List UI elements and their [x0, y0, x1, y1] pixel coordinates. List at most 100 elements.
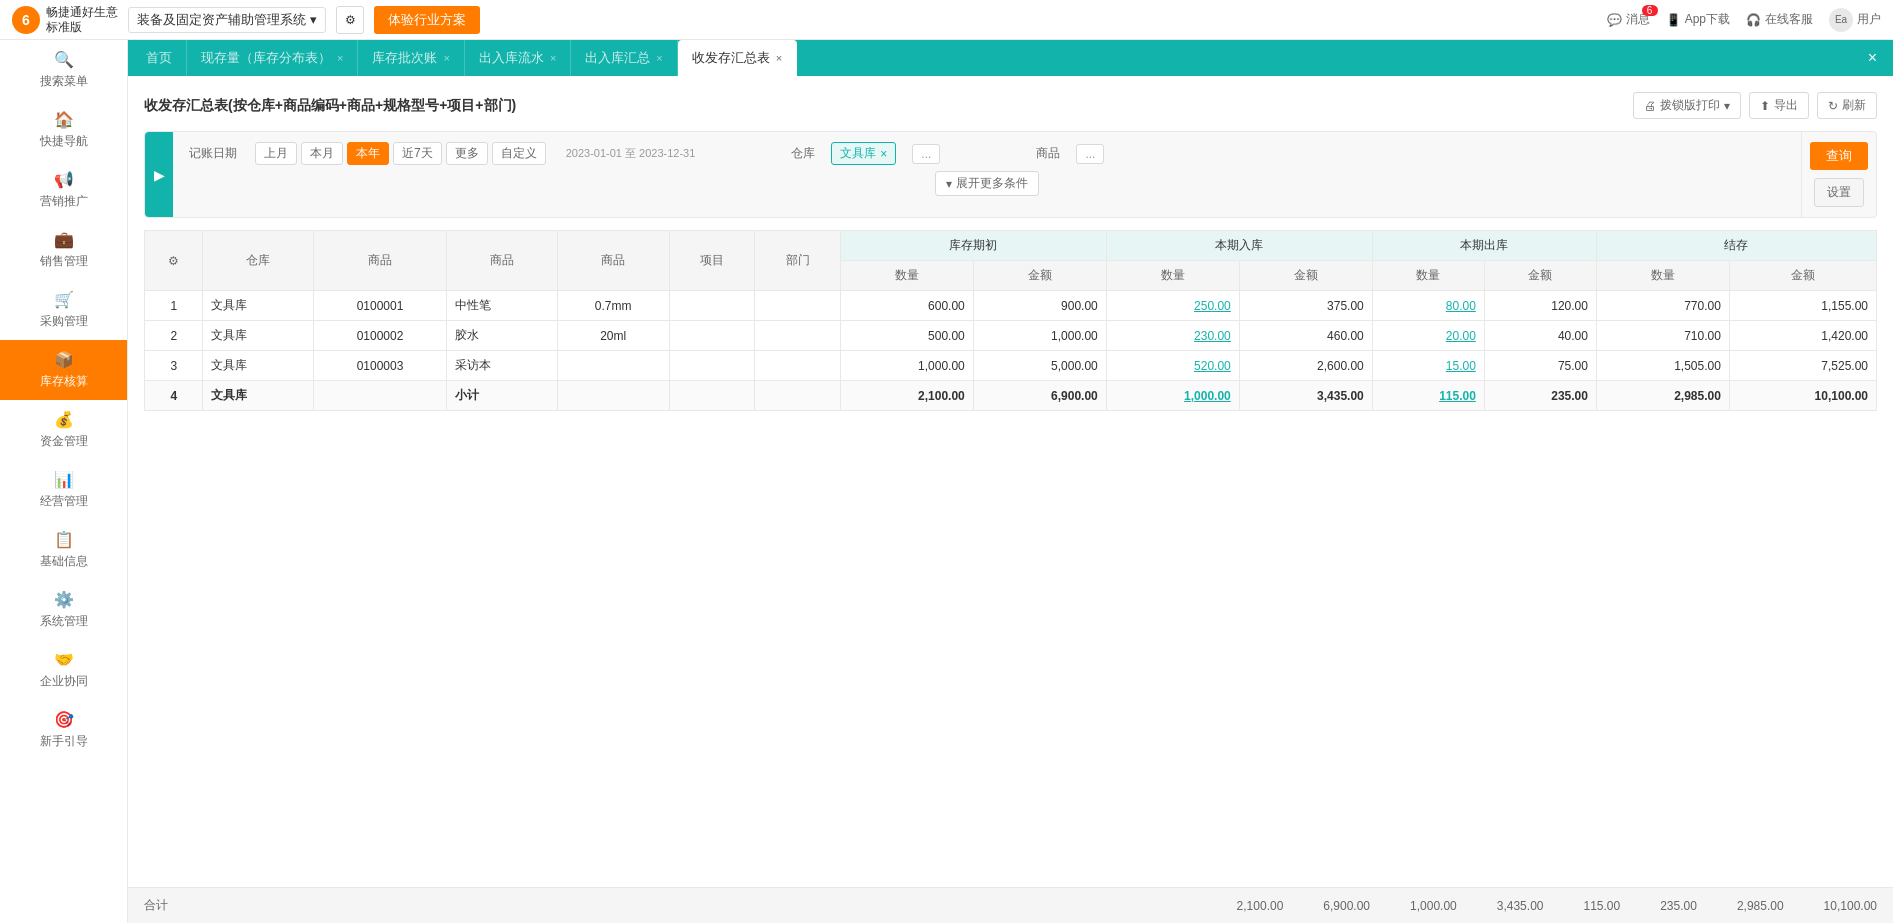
warehouse-tag[interactable]: 文具库 ×: [831, 142, 896, 165]
marketing-icon: 📢: [54, 170, 74, 189]
goods-label: 商品: [1036, 145, 1060, 162]
tab-in-out-flow[interactable]: 出入库流水 ×: [465, 40, 571, 76]
row-code: 0100001: [314, 291, 447, 321]
row-out-qty[interactable]: 20.00: [1372, 321, 1484, 351]
date-btn-custom[interactable]: 自定义: [492, 142, 546, 165]
system-title[interactable]: 装备及固定资产辅助管理系统 ▾: [128, 7, 326, 33]
row-num: 4: [145, 381, 203, 411]
message-item[interactable]: 💬 消息 6: [1607, 11, 1650, 28]
filter-collapse-btn[interactable]: ▶: [145, 132, 173, 217]
row-out-qty[interactable]: 15.00: [1372, 351, 1484, 381]
tab-home[interactable]: 首页: [132, 40, 187, 76]
sidebar-item-corp-coop[interactable]: 🤝 企业协同: [0, 640, 127, 700]
row-code: 0100002: [314, 321, 447, 351]
tab-close-inventory-dist[interactable]: ×: [337, 52, 343, 64]
row-code: [314, 381, 447, 411]
row-opening-amt: 1,000.00: [973, 321, 1106, 351]
sidebar-item-purchase[interactable]: 🛒 采购管理: [0, 280, 127, 340]
th-in-amt: 金额: [1239, 261, 1372, 291]
expand-conditions-btn[interactable]: ▾ 展开更多条件: [935, 171, 1039, 196]
sidebar-item-quick-nav[interactable]: 🏠 快捷导航: [0, 100, 127, 160]
row-opening-amt: 5,000.00: [973, 351, 1106, 381]
row-close-amt: 1,420.00: [1729, 321, 1876, 351]
row-spec: [557, 351, 669, 381]
date-btn-this-year[interactable]: 本年: [347, 142, 389, 165]
table-settings-col[interactable]: ⚙: [145, 231, 203, 291]
th-opening-qty: 数量: [840, 261, 973, 291]
printer-icon: 🖨: [1644, 99, 1656, 113]
sales-icon: 💼: [54, 230, 74, 249]
top-bar-left: 6 畅捷通好生意 标准版 装备及固定资产辅助管理系统 ▾ ⚙ 体验行业方案: [12, 5, 480, 34]
tab-inventory-dist[interactable]: 现存量（库存分布表） ×: [187, 40, 358, 76]
row-in-qty[interactable]: 250.00: [1106, 291, 1239, 321]
message-badge: 6: [1642, 5, 1658, 16]
date-btn-more[interactable]: 更多: [446, 142, 488, 165]
settings-btn[interactable]: 设置: [1814, 178, 1864, 207]
footer-opening-amt: 6,900.00: [1323, 899, 1370, 913]
row-num: 1: [145, 291, 203, 321]
date-btn-7days[interactable]: 近7天: [393, 142, 442, 165]
th-out-amt: 金额: [1484, 261, 1596, 291]
sidebar-item-sales[interactable]: 💼 销售管理: [0, 220, 127, 280]
tab-close-batch-account[interactable]: ×: [443, 52, 449, 64]
home-icon: 🏠: [54, 110, 74, 129]
th-code: 商品: [314, 231, 447, 291]
sidebar-item-finance[interactable]: 💰 资金管理: [0, 400, 127, 460]
row-in-amt: 2,600.00: [1239, 351, 1372, 381]
th-close-qty: 数量: [1596, 261, 1729, 291]
tab-bar: 首页 现存量（库存分布表） × 库存批次账 × 出入库流水 × 出入库汇总 ×: [128, 40, 1893, 76]
user-area[interactable]: Ea 用户: [1829, 8, 1881, 32]
settings-icon-btn[interactable]: ⚙: [336, 6, 364, 34]
sidebar-item-system[interactable]: ⚙️ 系统管理: [0, 580, 127, 640]
row-close-amt: 1,155.00: [1729, 291, 1876, 321]
total-label: 合计: [144, 897, 168, 914]
date-btn-this-month[interactable]: 本月: [301, 142, 343, 165]
row-num: 2: [145, 321, 203, 351]
sidebar-item-basic-info[interactable]: 📋 基础信息: [0, 520, 127, 580]
tab-close-in-out-summary[interactable]: ×: [656, 52, 662, 64]
tab-in-out-summary[interactable]: 出入库汇总 ×: [571, 40, 677, 76]
top-bar: 6 畅捷通好生意 标准版 装备及固定资产辅助管理系统 ▾ ⚙ 体验行业方案 💬 …: [0, 0, 1893, 40]
logo-text: 畅捷通好生意 标准版: [46, 5, 118, 34]
row-goods: 胶水: [447, 321, 558, 351]
sidebar-item-search[interactable]: 🔍 搜索菜单: [0, 40, 127, 100]
print-button[interactable]: 🖨 拨锁版打印 ▾: [1633, 92, 1741, 119]
row-goods: 小计: [447, 381, 558, 411]
th-warehouse: 仓库: [203, 231, 314, 291]
tab-recv-send-summary[interactable]: 收发存汇总表 ×: [678, 40, 797, 76]
row-close-qty: 1,505.00: [1596, 351, 1729, 381]
row-out-amt: 75.00: [1484, 351, 1596, 381]
row-in-qty[interactable]: 1,000.00: [1106, 381, 1239, 411]
row-out-qty[interactable]: 80.00: [1372, 291, 1484, 321]
row-in-qty[interactable]: 520.00: [1106, 351, 1239, 381]
footer-out-qty: 115.00: [1583, 899, 1620, 913]
data-table: ⚙ 仓库 商品 商品 商品 项目 部门 库存期初 本期入库 本期出库 结存: [144, 230, 1877, 411]
refresh-button[interactable]: ↻ 刷新: [1817, 92, 1877, 119]
sidebar-item-operations[interactable]: 📊 经营管理: [0, 460, 127, 520]
tab-close-recv-send-summary[interactable]: ×: [776, 52, 782, 64]
main-layout: 🔍 搜索菜单 🏠 快捷导航 📢 营销推广 💼 销售管理 🛒 采购管理 📦: [0, 40, 1893, 923]
system-icon: ⚙️: [54, 590, 74, 609]
inventory-icon: 📦: [54, 350, 74, 369]
logo-icon: 6: [12, 6, 40, 34]
tab-bar-close-all[interactable]: ×: [1856, 49, 1889, 67]
tab-batch-account[interactable]: 库存批次账 ×: [358, 40, 464, 76]
row-in-qty[interactable]: 230.00: [1106, 321, 1239, 351]
sidebar-item-beginner[interactable]: 🎯 新手引导: [0, 700, 127, 760]
tab-close-in-out-flow[interactable]: ×: [550, 52, 556, 64]
query-button[interactable]: 查询: [1810, 142, 1868, 170]
sidebar-item-marketing[interactable]: 📢 营销推广: [0, 160, 127, 220]
date-btn-last-month[interactable]: 上月: [255, 142, 297, 165]
sidebar-item-inventory[interactable]: 📦 库存核算: [0, 340, 127, 400]
trial-button[interactable]: 体验行业方案: [374, 6, 480, 34]
goods-dots-btn[interactable]: ...: [1076, 144, 1104, 164]
expand-row: ▾ 展开更多条件: [189, 171, 1785, 196]
export-button[interactable]: ⬆ 导出: [1749, 92, 1809, 119]
row-out-qty[interactable]: 115.00: [1372, 381, 1484, 411]
warehouse-dots-btn[interactable]: ...: [912, 144, 940, 164]
remove-warehouse-icon[interactable]: ×: [880, 147, 887, 161]
beginner-icon: 🎯: [54, 710, 74, 729]
app-download-item[interactable]: 📱 App下载: [1666, 11, 1730, 28]
online-service-item[interactable]: 🎧 在线客服: [1746, 11, 1813, 28]
headset-icon: 🎧: [1746, 13, 1761, 27]
